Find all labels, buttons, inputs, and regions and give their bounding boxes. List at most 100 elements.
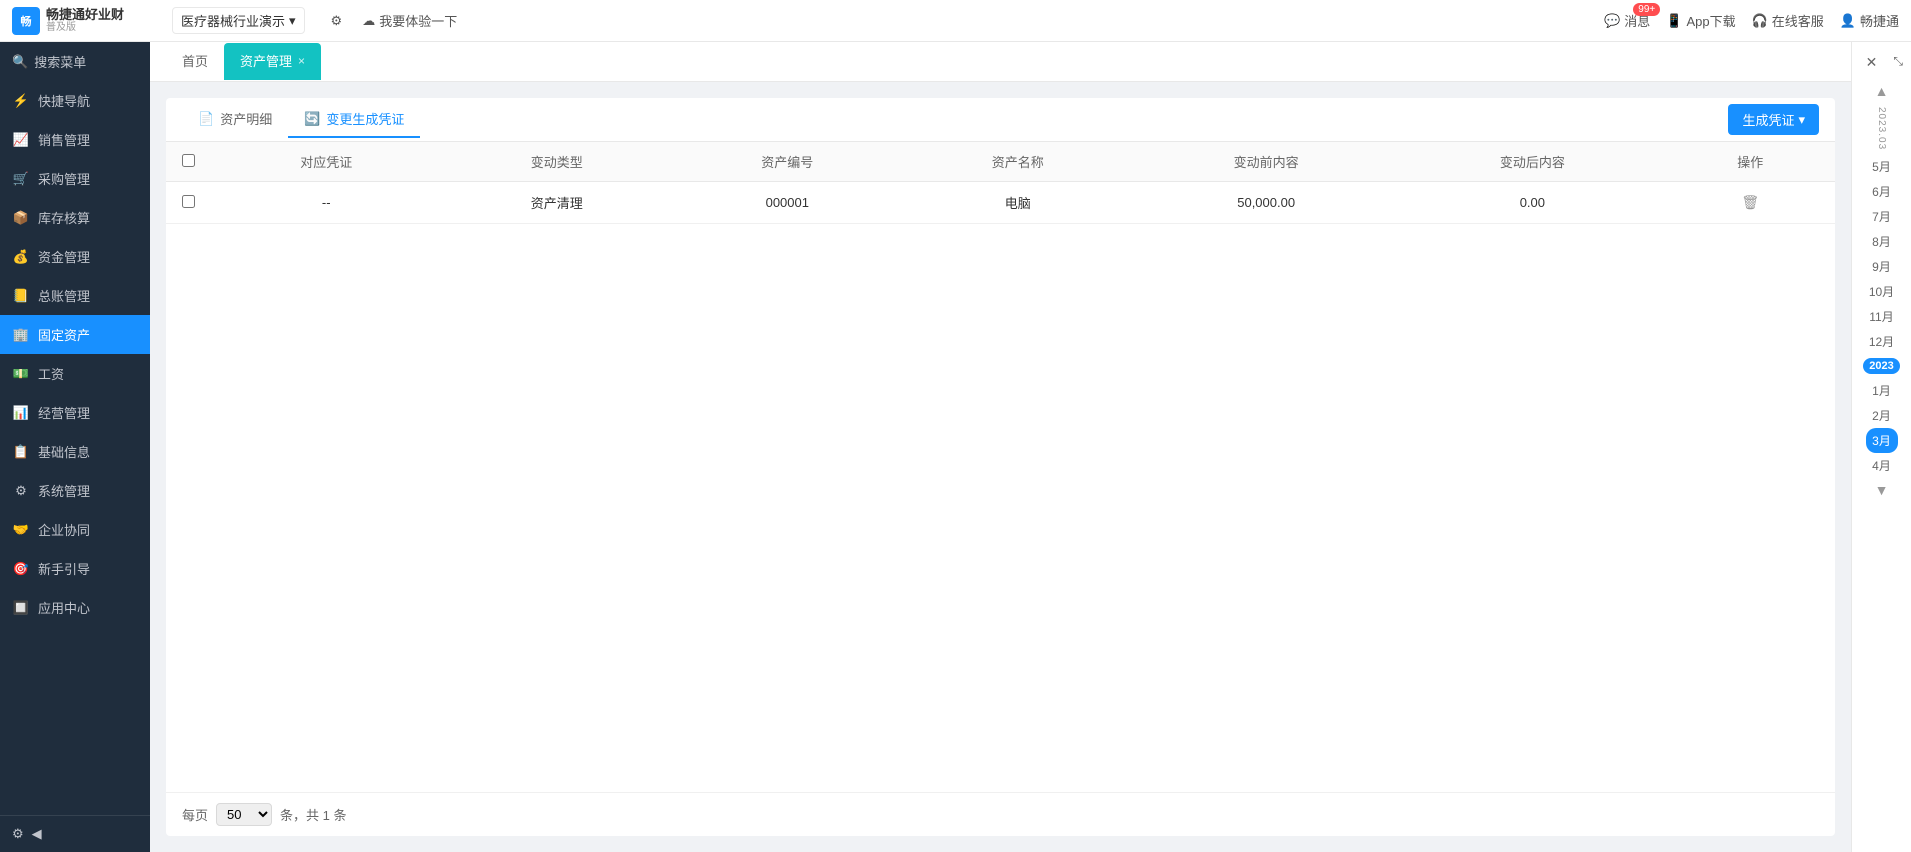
row-voucher: -- [211, 182, 442, 224]
timeline-month-12[interactable]: 12月 [1852, 329, 1911, 354]
dropdown-arrow-icon: ▾ [1798, 112, 1805, 128]
settings-button[interactable]: ⚙ [323, 10, 351, 32]
header-voucher: 对应凭证 [211, 142, 442, 182]
row-checkbox-cell [166, 182, 211, 224]
header-right: 💬 消息 99+ 📱 App下载 🎧 在线客服 👤 畅捷通 [1604, 11, 1899, 30]
tab-close-icon[interactable]: × [298, 54, 305, 68]
sidebar-item-system[interactable]: ⚙ 系统管理 [0, 471, 150, 510]
sub-tab-change-voucher[interactable]: 🔄 变更生成凭证 [288, 101, 420, 138]
page-size-select[interactable]: 50 10 20 100 [216, 803, 272, 826]
table-row: -- 资产清理 000001 电脑 50,000.00 0.00 🗑 [166, 182, 1835, 224]
cloud-icon: ☁ [362, 13, 375, 29]
header-asset-code: 资产编号 [672, 142, 903, 182]
service-icon: 🎧 [1752, 13, 1768, 29]
sidebar: 🔍 搜索菜单 ⚡ 快捷导航 📈 销售管理 🛒 采购管理 📦 库存核算 💰 资金管… [0, 42, 150, 852]
collapse-button[interactable]: ◀ [32, 826, 42, 842]
timeline-2023-month-3[interactable]: 3月 [1866, 428, 1898, 453]
user-menu[interactable]: 👤 畅捷通 [1840, 11, 1899, 30]
sidebar-item-finance[interactable]: 💰 资金管理 [0, 237, 150, 276]
panel-close-button[interactable]: ✕ [1862, 50, 1882, 75]
message-badge: 99+ [1633, 3, 1660, 16]
logo-icon: 畅 [12, 7, 40, 35]
user-icon: 👤 [1840, 13, 1856, 29]
header-action: 操作 [1665, 142, 1835, 182]
row-asset-name: 电脑 [903, 182, 1134, 224]
sub-tab-asset-detail[interactable]: 📄 资产明细 [182, 101, 288, 138]
header-tools: ⚙ ☁ 我要体验一下 [323, 8, 466, 33]
right-panel: ✕ ⤡ ▲ 2023.03 5月 6月 7月 8月 9月 10月 11月 12月… [1851, 42, 1911, 852]
timeline-month-11[interactable]: 11月 [1852, 304, 1911, 329]
ledger-icon: 📒 [12, 287, 30, 305]
gear-icon: ⚙ [331, 13, 343, 29]
tab-asset-mgmt[interactable]: 资产管理 × [224, 43, 321, 80]
row-after-change: 0.00 [1399, 182, 1665, 224]
timeline-month-5[interactable]: 5月 [1852, 154, 1911, 179]
inventory-icon: 📦 [12, 209, 30, 227]
sidebar-item-ledger[interactable]: 📒 总账管理 [0, 276, 150, 315]
row-before-change: 50,000.00 [1133, 182, 1399, 224]
sidebar-search[interactable]: 🔍 搜索菜单 [0, 42, 150, 81]
app-edition: 普及版 [46, 22, 124, 34]
sidebar-item-apps[interactable]: 🔲 应用中心 [0, 588, 150, 627]
select-all-checkbox[interactable] [182, 154, 195, 167]
main-card: 📄 资产明细 🔄 变更生成凭证 生成凭证 ▾ [166, 98, 1835, 836]
timeline-2023-month-2[interactable]: 2月 [1852, 403, 1911, 428]
company-name: 医疗器械行业演示 [181, 11, 285, 30]
sidebar-item-inventory[interactable]: 📦 库存核算 [0, 198, 150, 237]
row-change-type: 资产清理 [442, 182, 673, 224]
timeline-scroll-up[interactable]: ▲ [1871, 79, 1893, 103]
search-icon: 🔍 [12, 54, 28, 70]
app-download-button[interactable]: 📱 App下载 [1666, 11, 1735, 30]
dropdown-icon: ▾ [289, 13, 296, 29]
company-selector[interactable]: 医疗器械行业演示 ▾ [172, 7, 305, 34]
delete-button[interactable]: 🗑 [1735, 192, 1765, 213]
main-layout: 🔍 搜索菜单 ⚡ 快捷导航 📈 销售管理 🛒 采购管理 📦 库存核算 💰 资金管… [0, 42, 1911, 852]
timeline-scroll-down[interactable]: ▼ [1871, 478, 1893, 502]
apps-icon: 🔲 [12, 599, 30, 617]
message-button[interactable]: 💬 消息 99+ [1604, 11, 1650, 30]
sidebar-item-salary[interactable]: 💵 工资 [0, 354, 150, 393]
guide-icon: 🎯 [12, 560, 30, 578]
salary-icon: 💵 [12, 365, 30, 383]
sidebar-item-sales[interactable]: 📈 销售管理 [0, 120, 150, 159]
sidebar-item-guide[interactable]: 🎯 新手引导 [0, 549, 150, 588]
timeline-2023-month-4[interactable]: 4月 [1852, 453, 1911, 478]
panel-expand-button[interactable]: ⤡ [1889, 50, 1907, 75]
page-content: 📄 资产明细 🔄 变更生成凭证 生成凭证 ▾ [150, 82, 1851, 852]
sidebar-item-basic-info[interactable]: 📋 基础信息 [0, 432, 150, 471]
sidebar-item-quick-nav[interactable]: ⚡ 快捷导航 [0, 81, 150, 120]
row-action-cell: 🗑 [1665, 182, 1835, 224]
header-checkbox-cell [166, 142, 211, 182]
timeline-month-7[interactable]: 7月 [1852, 204, 1911, 229]
timeline-month-8[interactable]: 8月 [1852, 229, 1911, 254]
app-name: 畅捷通好业财 [46, 7, 124, 23]
table-header-row: 对应凭证 变动类型 资产编号 资产名称 [166, 142, 1835, 182]
tab-bar: 首页 资产管理 × [150, 42, 1851, 82]
fixed-assets-icon: 🏢 [12, 326, 30, 344]
sub-tabs: 📄 资产明细 🔄 变更生成凭证 生成凭证 ▾ [166, 98, 1835, 142]
tab-home[interactable]: 首页 [166, 43, 224, 80]
row-asset-code: 000001 [672, 182, 903, 224]
row-checkbox[interactable] [182, 195, 195, 208]
sidebar-item-cooperation[interactable]: 🤝 企业协同 [0, 510, 150, 549]
sidebar-bottom: ⚙ ◀ [0, 815, 150, 852]
timeline-2023-month-1[interactable]: 1月 [1852, 378, 1911, 403]
operations-icon: 📊 [12, 404, 30, 422]
sidebar-item-operations[interactable]: 📊 经营管理 [0, 393, 150, 432]
sidebar-item-fixed-assets[interactable]: 🏢 固定资产 [0, 315, 150, 354]
purchase-icon: 🛒 [12, 170, 30, 188]
experience-button[interactable]: ☁ 我要体验一下 [354, 8, 465, 33]
logo-area: 畅 畅捷通好业财 普及版 [12, 7, 162, 35]
sidebar-item-purchase[interactable]: 🛒 采购管理 [0, 159, 150, 198]
table-footer: 每页 50 10 20 100 条，共 1 条 [166, 792, 1835, 836]
timeline-month-10[interactable]: 10月 [1852, 279, 1911, 304]
generate-voucher-button[interactable]: 生成凭证 ▾ [1728, 104, 1819, 135]
settings-bottom-icon[interactable]: ⚙ [12, 826, 24, 842]
content-area: 首页 资产管理 × 📄 资产明细 🔄 变更生成凭证 [150, 42, 1851, 852]
timeline-month-9[interactable]: 9月 [1852, 254, 1911, 279]
timeline-month-6[interactable]: 6月 [1852, 179, 1911, 204]
sales-icon: 📈 [12, 131, 30, 149]
customer-service-button[interactable]: 🎧 在线客服 [1752, 11, 1824, 30]
header-after-change: 变动后内容 [1399, 142, 1665, 182]
logo-text: 畅捷通好业财 普及版 [46, 7, 124, 35]
